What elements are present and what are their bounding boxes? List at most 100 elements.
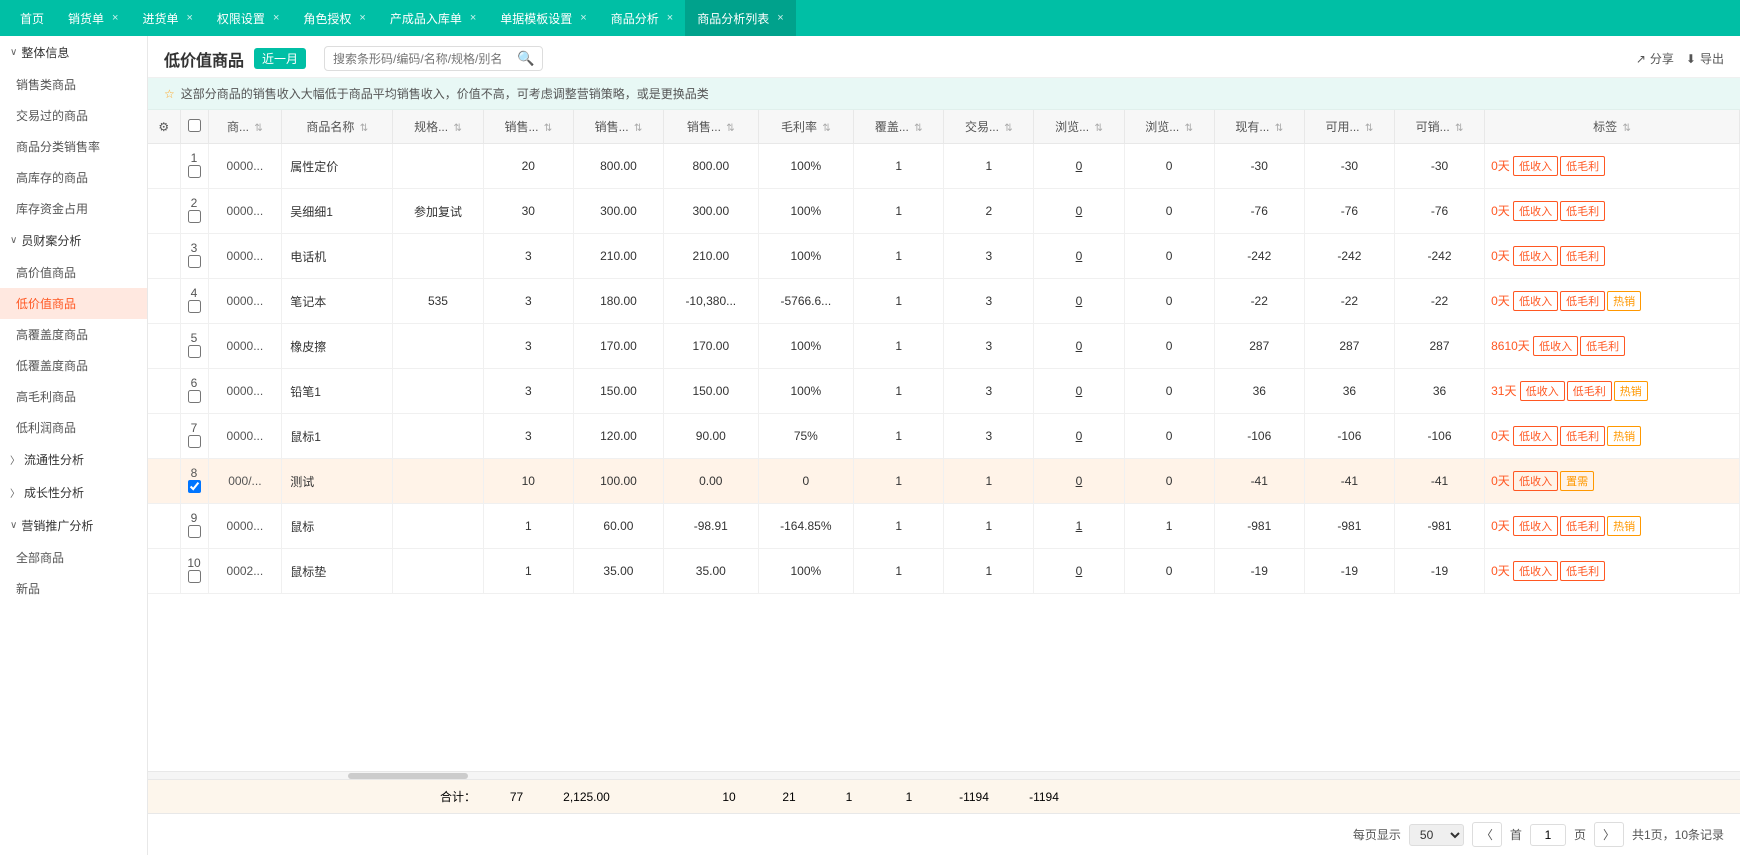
row-view1[interactable]: 0 bbox=[1034, 324, 1124, 369]
nav-role-auth[interactable]: 角色授权 × bbox=[291, 0, 377, 36]
sidebar-item-high-coverage[interactable]: 高覆盖度商品 bbox=[0, 319, 147, 350]
row-view1[interactable]: 0 bbox=[1034, 369, 1124, 414]
col-available-header[interactable]: 可用... ⇅ bbox=[1304, 110, 1394, 144]
row-view1[interactable]: 1 bbox=[1034, 504, 1124, 549]
nav-template-settings[interactable]: 单据模板设置 × bbox=[488, 0, 598, 36]
select-all-checkbox[interactable] bbox=[188, 119, 201, 132]
close-icon[interactable]: × bbox=[667, 12, 673, 24]
row-view1[interactable]: 0 bbox=[1034, 549, 1124, 594]
next-page-button[interactable]: 〉 bbox=[1594, 822, 1624, 847]
sidebar-item-high-profit[interactable]: 高毛利商品 bbox=[0, 381, 147, 412]
sidebar-item-low-profit[interactable]: 低利润商品 bbox=[0, 412, 147, 443]
horizontal-scrollbar[interactable] bbox=[148, 771, 1740, 779]
sidebar-item-all-products[interactable]: 全部商品 bbox=[0, 542, 147, 573]
row-checkbox[interactable] bbox=[188, 210, 201, 223]
row-view1[interactable]: 0 bbox=[1034, 459, 1124, 504]
row-view1[interactable]: 0 bbox=[1034, 234, 1124, 279]
row-view1[interactable]: 0 bbox=[1034, 189, 1124, 234]
row-settings[interactable] bbox=[148, 459, 180, 504]
sidebar-group-marketing[interactable]: ∨ 营销推广分析 bbox=[0, 509, 147, 542]
view-count-link[interactable]: 0 bbox=[1076, 249, 1083, 263]
col-tags-header[interactable]: 标签 ⇅ bbox=[1485, 110, 1740, 144]
first-page-button[interactable]: 〈 bbox=[1472, 822, 1502, 847]
col-name-header[interactable]: 商品名称 ⇅ bbox=[282, 110, 393, 144]
export-button[interactable]: ⬇ 导出 bbox=[1686, 50, 1724, 67]
view-count-link[interactable]: 0 bbox=[1076, 564, 1083, 578]
col-current-header[interactable]: 现有... ⇅ bbox=[1214, 110, 1304, 144]
col-trade-header[interactable]: 交易... ⇅ bbox=[944, 110, 1034, 144]
nav-permission[interactable]: 权限设置 × bbox=[205, 0, 291, 36]
nav-home[interactable]: 首页 bbox=[8, 0, 56, 36]
filter-tag-month[interactable]: 近一月 bbox=[254, 48, 306, 69]
close-icon[interactable]: × bbox=[273, 12, 279, 24]
row-settings[interactable] bbox=[148, 234, 180, 279]
col-margin-header[interactable]: 毛利率 ⇅ bbox=[758, 110, 854, 144]
close-icon[interactable]: × bbox=[112, 12, 118, 24]
current-page-input[interactable] bbox=[1530, 824, 1566, 846]
row-settings[interactable] bbox=[148, 324, 180, 369]
sidebar-item-high-value[interactable]: 高价值商品 bbox=[0, 257, 147, 288]
sidebar-item-high-inventory[interactable]: 高库存的商品 bbox=[0, 162, 147, 193]
sidebar-item-category-sales-rate[interactable]: 商品分类销售率 bbox=[0, 131, 147, 162]
row-checkbox[interactable] bbox=[188, 570, 201, 583]
close-icon[interactable]: × bbox=[470, 12, 476, 24]
sidebar-item-low-coverage[interactable]: 低覆盖度商品 bbox=[0, 350, 147, 381]
nav-product-analysis[interactable]: 商品分析 × bbox=[599, 0, 685, 36]
nav-purchase-order[interactable]: 进货单 × bbox=[130, 0, 204, 36]
row-checkbox[interactable] bbox=[188, 390, 201, 403]
view-count-link[interactable]: 0 bbox=[1076, 429, 1083, 443]
view-count-link[interactable]: 0 bbox=[1076, 159, 1083, 173]
col-view1-header[interactable]: 浏览... ⇅ bbox=[1034, 110, 1124, 144]
col-spec-header[interactable]: 规格... ⇅ bbox=[393, 110, 484, 144]
sidebar-group-growth[interactable]: 〉 成长性分析 bbox=[0, 476, 147, 509]
col-code-header[interactable]: 商... ⇅ bbox=[208, 110, 282, 144]
row-checkbox[interactable] bbox=[188, 525, 201, 538]
sidebar-group-liquidity[interactable]: 〉 流通性分析 bbox=[0, 443, 147, 476]
share-button[interactable]: ↗ 分享 bbox=[1636, 50, 1674, 67]
close-icon[interactable]: × bbox=[777, 12, 783, 24]
sidebar-item-low-value[interactable]: 低价值商品 bbox=[0, 288, 147, 319]
row-checkbox[interactable] bbox=[188, 435, 201, 448]
per-page-select[interactable]: 50 100 200 bbox=[1409, 824, 1464, 846]
view-count-link[interactable]: 0 bbox=[1076, 339, 1083, 353]
col-sale3-header[interactable]: 销售... ⇅ bbox=[664, 110, 759, 144]
col-sale1-header[interactable]: 销售... ⇅ bbox=[483, 110, 573, 144]
row-checkbox[interactable] bbox=[188, 480, 201, 493]
view-count-link[interactable]: 1 bbox=[1076, 519, 1083, 533]
close-icon[interactable]: × bbox=[186, 12, 192, 24]
row-settings[interactable] bbox=[148, 144, 180, 189]
row-settings[interactable] bbox=[148, 414, 180, 459]
sidebar-item-new-products[interactable]: 新品 bbox=[0, 573, 147, 604]
row-settings[interactable] bbox=[148, 189, 180, 234]
close-icon[interactable]: × bbox=[580, 12, 586, 24]
view-count-link[interactable]: 0 bbox=[1076, 294, 1083, 308]
row-view1[interactable]: 0 bbox=[1034, 414, 1124, 459]
nav-sales-order[interactable]: 销货单 × bbox=[56, 0, 130, 36]
col-coverage-header[interactable]: 覆盖... ⇅ bbox=[854, 110, 944, 144]
row-settings[interactable] bbox=[148, 279, 180, 324]
row-checkbox[interactable] bbox=[188, 300, 201, 313]
row-checkbox[interactable] bbox=[188, 345, 201, 358]
close-icon[interactable]: × bbox=[359, 12, 365, 24]
col-sellable-header[interactable]: 可销... ⇅ bbox=[1394, 110, 1484, 144]
row-settings[interactable] bbox=[148, 549, 180, 594]
view-count-link[interactable]: 0 bbox=[1076, 204, 1083, 218]
sidebar-item-inventory-capital[interactable]: 库存资金占用 bbox=[0, 193, 147, 224]
search-icon[interactable]: 🔍 bbox=[517, 50, 534, 67]
col-sale2-header[interactable]: 销售... ⇅ bbox=[573, 110, 663, 144]
nav-product-analysis-list[interactable]: 商品分析列表 × bbox=[685, 0, 795, 36]
row-settings[interactable] bbox=[148, 504, 180, 549]
view-count-link[interactable]: 0 bbox=[1076, 384, 1083, 398]
select-all-header[interactable] bbox=[180, 110, 208, 144]
settings-col-header[interactable]: ⚙ bbox=[148, 110, 180, 144]
sidebar-group-overview[interactable]: ∨ 整体信息 bbox=[0, 36, 147, 69]
row-checkbox[interactable] bbox=[188, 255, 201, 268]
sidebar-item-sales-products[interactable]: 销售类商品 bbox=[0, 69, 147, 100]
row-view1[interactable]: 0 bbox=[1034, 144, 1124, 189]
sidebar-group-finance[interactable]: ∨ 员财案分析 bbox=[0, 224, 147, 257]
view-count-link[interactable]: 0 bbox=[1076, 474, 1083, 488]
col-view2-header[interactable]: 浏览... ⇅ bbox=[1124, 110, 1214, 144]
sidebar-item-traded-products[interactable]: 交易过的商品 bbox=[0, 100, 147, 131]
search-input[interactable] bbox=[333, 52, 513, 66]
row-checkbox[interactable] bbox=[188, 165, 201, 178]
